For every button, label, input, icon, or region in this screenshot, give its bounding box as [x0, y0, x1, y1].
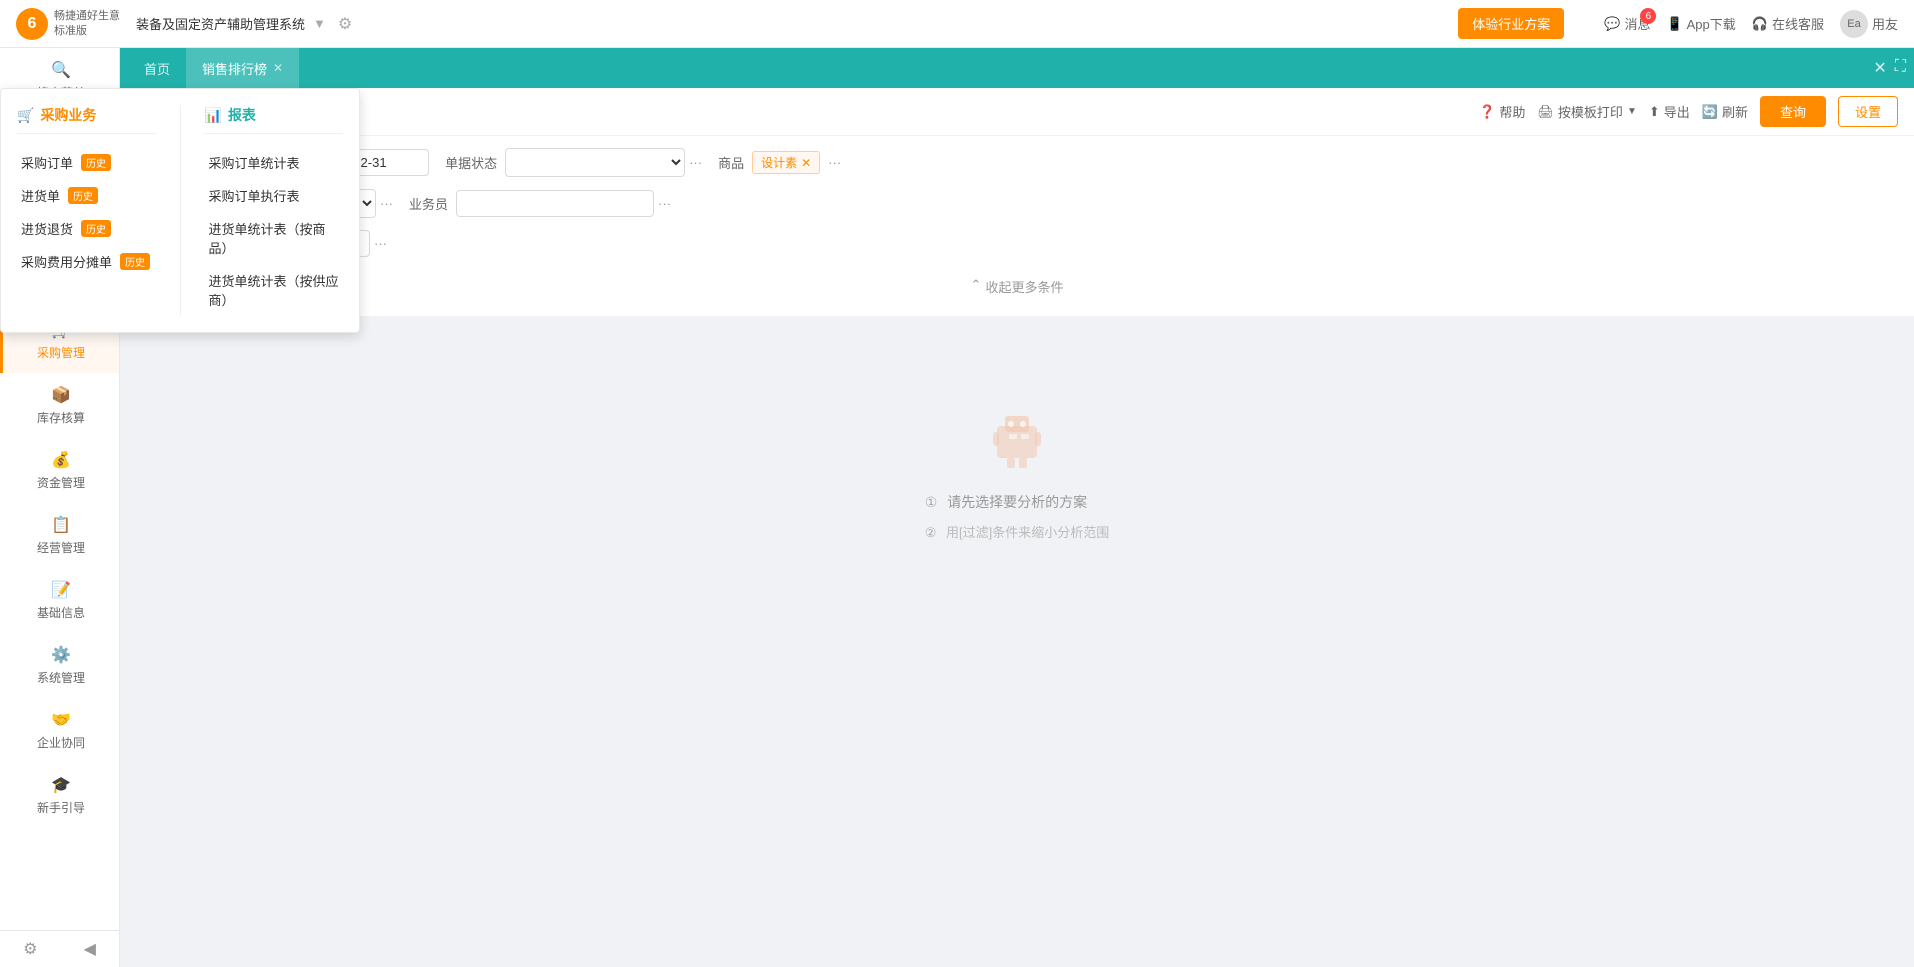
export-btn[interactable]: ⬆ 导出 [1649, 102, 1690, 121]
help-btn[interactable]: ❓ 帮助 [1479, 102, 1525, 121]
sidebar-item-enterprise[interactable]: 🤝 企业协同 [0, 698, 119, 763]
tab-home[interactable]: 首页 [128, 48, 186, 88]
enterprise-icon: 🤝 [51, 710, 71, 730]
logo-area: 6 畅捷通好生意 标准版 [16, 8, 136, 40]
empty-state: ① 请先选择要分析的方案 ② 用[过滤]条件来缩小分析范围 [120, 316, 1914, 621]
goods-filter: 商品 设计素 ✕ ··· [718, 151, 841, 174]
doc-status-select[interactable] [505, 148, 685, 177]
menu-item-incoming[interactable]: 进货单 历史 [120, 179, 156, 212]
content-area: ❓ 帮助 🖨 按模板打印 ▼ ⬆ 导出 🔄 刷新 查询 设置 [120, 88, 1914, 967]
system-title: 装备及固定资产辅助管理系统 ▼ ⚙ [136, 14, 1458, 34]
empty-illustration [977, 396, 1057, 476]
customer-dots[interactable]: ··· [374, 236, 387, 251]
goods-tag: 设计素 ✕ [752, 151, 820, 174]
filter-row-1: 近7天 更多 自定义 - 单据状态 ··· [136, 148, 1898, 177]
search-btn[interactable]: 查询 [1760, 96, 1826, 127]
history-badge-3: 历史 [120, 253, 150, 270]
message-icon: 💬 [1604, 16, 1620, 32]
menu-divider [180, 105, 181, 316]
collapse-row[interactable]: ⌃ 收起更多条件 [136, 269, 1898, 304]
salesperson-filter: 业务员 ··· [409, 190, 671, 217]
basic-icon: 📝 [51, 580, 71, 600]
collapse-icon: ⌃ [971, 277, 982, 296]
report-section: 📊 报表 采购订单统计表 采购订单执行表 进货单统计表（按商品） 进货单统计表（… [205, 105, 344, 316]
print-dropdown-icon[interactable]: ▼ [1627, 106, 1637, 117]
avatar: Ea [1840, 10, 1868, 38]
user-menu-btn[interactable]: Ea 用友 [1840, 10, 1898, 38]
menu-item-purchase-expense[interactable]: 采购费用分摊单 历史 [120, 245, 156, 278]
goods-dots[interactable]: ··· [828, 155, 841, 170]
inventory-icon: 📦 [51, 385, 71, 405]
system-dropdown-icon[interactable]: ▼ [313, 16, 326, 31]
filter-area: 近7天 更多 自定义 - 单据状态 ··· [120, 136, 1914, 316]
message-badge: 6 [1640, 8, 1656, 24]
filter-row-3: 客户 ··· [136, 230, 1898, 257]
main-content: 首页 销售排行榜 ✕ ✕ ⛶ ❓ 帮助 🖨 按模板打印 [120, 48, 1914, 967]
export-icon: ⬆ [1649, 104, 1660, 120]
salesperson-input[interactable] [456, 190, 654, 217]
finance-icon: 💰 [51, 450, 71, 470]
toolbar: ❓ 帮助 🖨 按模板打印 ▼ ⬆ 导出 🔄 刷新 查询 设置 [120, 88, 1914, 136]
newbie-icon: 🎓 [51, 775, 71, 795]
sidebar-item-newbie[interactable]: 🎓 新手引导 [0, 763, 119, 828]
report-section-icon: 📊 [205, 107, 222, 124]
main-layout: 🔍 搜索菜单 🏠 快捷导航 📢 营销推广 📊 销售管理 🛒 采购管理 📦 库存核… [0, 48, 1914, 967]
online-service-btn[interactable]: 🎧 在线客服 [1752, 14, 1824, 33]
rank-item-dots[interactable]: ··· [380, 196, 393, 211]
industry-btn[interactable]: 体验行业方案 [1458, 8, 1564, 39]
sidebar-settings-btn[interactable]: ⚙ [23, 939, 37, 959]
menu-item-order-stat[interactable]: 采购订单统计表 [205, 146, 344, 179]
sidebar-item-system[interactable]: ⚙️ 系统管理 [0, 633, 119, 698]
topbar: 6 畅捷通好生意 标准版 装备及固定资产辅助管理系统 ▼ ⚙ 体验行业方案 💬 … [0, 0, 1914, 48]
settings-icon[interactable]: ⚙ [338, 14, 352, 34]
message-btn[interactable]: 💬 消息 6 [1604, 14, 1650, 33]
purchase-dropdown-menu: 🛒 采购业务 采购订单 历史 进货单 历史 进货退货 历史 采购费用分摊单 [120, 88, 360, 333]
help-icon: ❓ [1479, 104, 1495, 120]
goods-tag-close[interactable]: ✕ [801, 156, 811, 170]
window-maximize-icon[interactable]: ⛶ [1895, 58, 1906, 78]
sidebar-item-inventory[interactable]: 📦 库存核算 [0, 373, 119, 438]
window-controls: ✕ ⛶ [1873, 58, 1906, 78]
filter-row-2: 排名项目 金额 ··· 业务员 ··· [136, 189, 1898, 218]
doc-status-dots[interactable]: ··· [689, 155, 702, 170]
print-btn[interactable]: 🖨 按模板打印 ▼ [1537, 102, 1636, 121]
doc-status-filter: 单据状态 ··· [445, 148, 702, 177]
tab-close-icon[interactable]: ✕ [273, 61, 283, 75]
refresh-icon: 🔄 [1702, 104, 1718, 120]
refresh-btn[interactable]: 🔄 刷新 [1702, 102, 1748, 121]
tab-sales-rank[interactable]: 销售排行榜 ✕ [186, 48, 299, 88]
sidebar-item-finance[interactable]: 💰 资金管理 [0, 438, 119, 503]
report-section-title: 📊 报表 [205, 105, 344, 134]
operation-icon: 📋 [51, 515, 71, 535]
tabs-bar: 首页 销售排行榜 ✕ ✕ ⛶ [120, 48, 1914, 88]
sidebar-collapse-btn[interactable]: ◀ [84, 939, 96, 959]
sidebar-item-operation[interactable]: 📋 经营管理 [0, 503, 119, 568]
menu-item-order-exec[interactable]: 采购订单执行表 [205, 179, 344, 212]
phone-icon: 📱 [1666, 16, 1682, 32]
menu-item-incoming-return[interactable]: 进货退货 历史 [120, 212, 156, 245]
system-icon: ⚙️ [51, 645, 71, 665]
menu-item-purchase-order[interactable]: 采购订单 历史 [120, 146, 156, 179]
app-download-btn[interactable]: 📱 App下载 [1666, 14, 1735, 33]
menu-item-incoming-stat-supplier[interactable]: 进货单统计表（按供应商） [205, 264, 344, 316]
search-icon: 🔍 [51, 60, 71, 80]
menu-item-incoming-stat-goods[interactable]: 进货单统计表（按商品） [205, 212, 344, 264]
empty-hint1: ① 请先选择要分析的方案 [925, 492, 1087, 512]
logo-icon: 6 [16, 8, 48, 40]
purchase-section-title: 🛒 采购业务 [120, 105, 156, 134]
settings-btn[interactable]: 设置 [1838, 96, 1898, 127]
empty-hint2: ② 用[过滤]条件来缩小分析范围 [925, 522, 1110, 541]
sidebar-item-basic[interactable]: 📝 基础信息 [0, 568, 119, 633]
logo-text: 畅捷通好生意 标准版 [54, 9, 120, 38]
window-restore-icon[interactable]: ✕ [1873, 58, 1886, 78]
salesperson-dots[interactable]: ··· [658, 196, 671, 211]
print-icon: 🖨 [1537, 104, 1554, 120]
purchase-business-section: 🛒 采购业务 采购订单 历史 进货单 历史 进货退货 历史 采购费用分摊单 [120, 105, 156, 316]
sidebar-bottom: ⚙ ◀ [0, 930, 119, 967]
topbar-actions: 💬 消息 6 📱 App下载 🎧 在线客服 Ea 用友 [1604, 10, 1898, 38]
headset-icon: 🎧 [1752, 16, 1768, 32]
